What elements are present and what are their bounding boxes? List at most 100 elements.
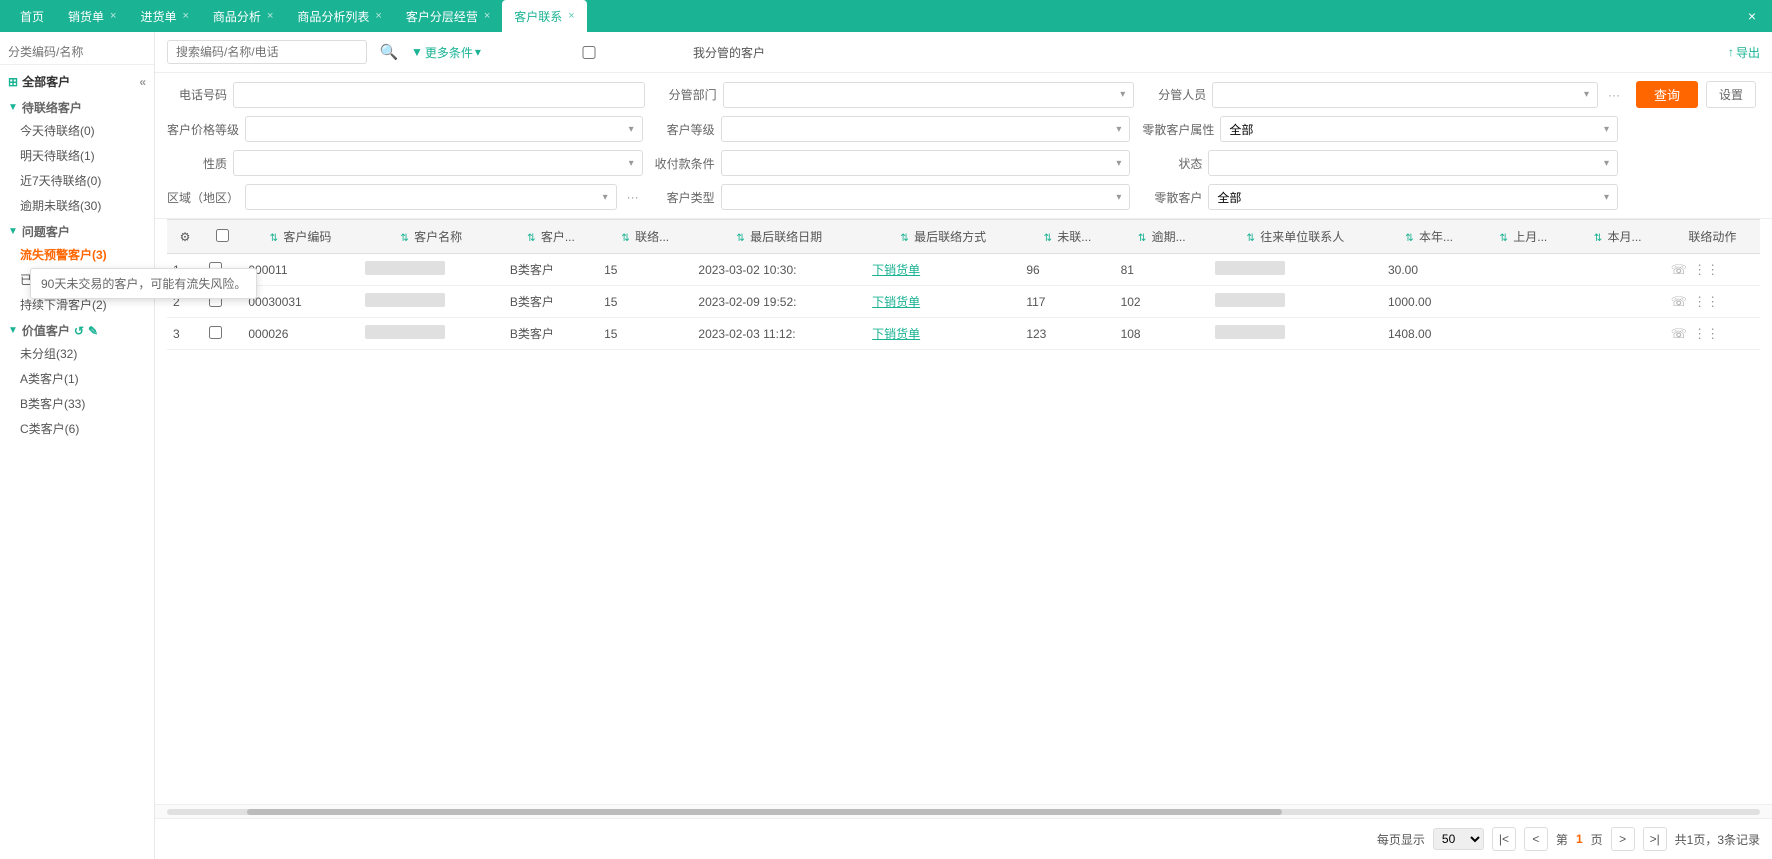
retail-customer-select[interactable]: 全部 ▾ xyxy=(1208,184,1618,210)
close-tab-goods-analysis[interactable]: × xyxy=(267,10,273,22)
customer-type-select[interactable]: ▾ xyxy=(721,184,1131,210)
dept-select[interactable]: ▾ xyxy=(723,82,1135,108)
export-icon: ↑ xyxy=(1728,45,1734,59)
row-contact-2: 15 xyxy=(598,318,692,350)
row-type-1: B类客户 xyxy=(504,286,598,318)
close-tab-sales[interactable]: × xyxy=(110,10,116,22)
last-page-button[interactable]: >| xyxy=(1643,827,1667,851)
th-last-date[interactable]: ⇅ 最后联络日期 xyxy=(692,220,866,254)
row-last-method-2[interactable]: 下销货单 xyxy=(866,318,1020,350)
th-name[interactable]: ⇅ 客户名称 xyxy=(359,220,504,254)
tab-purchase[interactable]: 进货单 × xyxy=(128,0,200,32)
sidebar-item-b-class[interactable]: B类客户(33) xyxy=(0,391,154,416)
first-page-button[interactable]: |< xyxy=(1492,827,1516,851)
tab-customer-contact[interactable]: 客户联系 × xyxy=(502,0,586,32)
customer-level-select[interactable]: ▾ xyxy=(721,116,1131,142)
setting-button[interactable]: 设置 xyxy=(1706,81,1756,108)
sidebar-item-a-class[interactable]: A类客户(1) xyxy=(0,366,154,391)
close-tab-purchase[interactable]: × xyxy=(182,10,188,22)
checkbox-header[interactable] xyxy=(203,220,242,254)
sidebar-group-pending[interactable]: ▼ 待联络客户 xyxy=(0,94,154,118)
th-this-month[interactable]: ⇅ 本月... xyxy=(1571,220,1665,254)
action-contact-icon-1[interactable]: ☏ xyxy=(1671,294,1687,310)
action-more-icon-0[interactable]: ⋮⋮ xyxy=(1693,262,1719,278)
th-this-year[interactable]: ⇅ 本年... xyxy=(1382,220,1476,254)
action-more-icon-2[interactable]: ⋮⋮ xyxy=(1693,326,1719,342)
sidebar-group-value[interactable]: ▼ 价值客户 ↺ ✎ xyxy=(0,317,154,341)
manager-select[interactable]: ▾ xyxy=(1212,82,1598,108)
edit-icon[interactable]: ✎ xyxy=(88,324,98,338)
sidebar-item-c-class[interactable]: C类客户(6) xyxy=(0,416,154,441)
price-level-select[interactable]: ▾ xyxy=(245,116,643,142)
dept-arrow-icon: ▾ xyxy=(1120,89,1125,100)
refresh-icon[interactable]: ↺ xyxy=(74,324,84,338)
search-input[interactable] xyxy=(167,40,367,64)
close-tab-customer-contact[interactable]: × xyxy=(568,10,574,22)
filter-payment: 收付款条件 ▾ xyxy=(655,150,1131,176)
row-last-method-0[interactable]: 下销货单 xyxy=(866,254,1020,286)
query-button[interactable]: 查询 xyxy=(1636,81,1698,108)
settings-header[interactable]: ⚙ xyxy=(167,220,203,254)
row-checkbox-2[interactable] xyxy=(203,318,242,350)
retail-attr-select[interactable]: 全部 ▾ xyxy=(1220,116,1618,142)
sidebar-item-today[interactable]: 今天待联络(0) xyxy=(0,118,154,143)
my-customers-checkbox[interactable] xyxy=(489,46,689,59)
tab-goods-analysis[interactable]: 商品分析 × xyxy=(201,0,285,32)
tab-customer-tier[interactable]: 客户分层经营 × xyxy=(394,0,502,32)
region-dots-button[interactable]: ··· xyxy=(623,190,643,204)
next-page-button[interactable]: > xyxy=(1611,827,1635,851)
per-page-select[interactable]: 50 100 200 xyxy=(1433,828,1484,850)
th-uncontacted[interactable]: ⇅ 未联... xyxy=(1020,220,1114,254)
row-type-0: B类客户 xyxy=(504,254,598,286)
th-overdue[interactable]: ⇅ 逾期... xyxy=(1115,220,1209,254)
th-last-month[interactable]: ⇅ 上月... xyxy=(1476,220,1570,254)
tab-goods-list[interactable]: 商品分析列表 × xyxy=(285,0,393,32)
sidebar-item-7days[interactable]: 近7天待联络(0) xyxy=(0,168,154,193)
sidebar-item-overdue-contact[interactable]: 逾期未联络(30) xyxy=(0,193,154,218)
nature-select[interactable]: ▾ xyxy=(233,150,643,176)
row-this-year-1: 1000.00 xyxy=(1382,286,1476,318)
sidebar-group-problem[interactable]: ▼ 问题客户 xyxy=(0,218,154,242)
export-button[interactable]: ↑ 导出 xyxy=(1728,44,1760,61)
sort-icon-last-month: ⇅ xyxy=(1500,233,1508,244)
filter-department: 分管部门 ▾ xyxy=(657,82,1135,108)
sidebar-item-tomorrow[interactable]: 明天待联络(1) xyxy=(0,143,154,168)
action-contact-icon-2[interactable]: ☏ xyxy=(1671,326,1687,342)
th-type[interactable]: ⇅ 客户... xyxy=(504,220,598,254)
arrow-down-icon-2: ▼ xyxy=(8,226,18,237)
search-button[interactable]: 🔍 xyxy=(375,38,403,66)
action-more-icon-1[interactable]: ⋮⋮ xyxy=(1693,294,1719,310)
row-this-month-1 xyxy=(1571,286,1665,318)
action-contact-icon-0[interactable]: ☏ xyxy=(1671,262,1687,278)
th-last-method[interactable]: ⇅ 最后联络方式 xyxy=(866,220,1020,254)
region-select[interactable]: ▾ xyxy=(245,184,617,210)
sort-icon-type: ⇅ xyxy=(527,233,535,244)
filter-actions: 查询 设置 xyxy=(1636,81,1760,108)
sidebar-item-churn-warning[interactable]: 流失预警客户(3) xyxy=(0,242,154,267)
all-customers-header[interactable]: ⊞ 全部客户 « xyxy=(0,69,154,94)
th-contacts[interactable]: ⇅ 往来单位联系人 xyxy=(1209,220,1382,254)
scrollbar-thumb[interactable] xyxy=(247,809,1282,815)
close-tab-customer-tier[interactable]: × xyxy=(484,10,490,22)
tab-sales[interactable]: 销货单 × xyxy=(56,0,128,32)
status-select[interactable]: ▾ xyxy=(1208,150,1618,176)
close-all-button[interactable]: × xyxy=(1740,8,1764,24)
th-code[interactable]: ⇅ 客户编码 xyxy=(242,220,358,254)
payment-select[interactable]: ▾ xyxy=(721,150,1131,176)
tab-home[interactable]: 首页 xyxy=(8,0,56,32)
my-customers-checkbox-area[interactable]: 我分管的客户 xyxy=(489,44,765,61)
sidebar-search-input[interactable] xyxy=(8,45,155,59)
close-tab-goods-list[interactable]: × xyxy=(375,10,381,22)
manager-dots-button[interactable]: ··· xyxy=(1604,88,1624,102)
row-uncontacted-2: 123 xyxy=(1020,318,1114,350)
row-last-method-1[interactable]: 下销货单 xyxy=(866,286,1020,318)
prev-page-button[interactable]: < xyxy=(1524,827,1548,851)
sidebar-item-ungrouped[interactable]: 未分组(32) xyxy=(0,341,154,366)
phone-input[interactable] xyxy=(233,82,645,108)
th-contact-count[interactable]: ⇅ 联络... xyxy=(598,220,692,254)
phone-label: 电话号码 xyxy=(167,86,227,103)
select-all-checkbox[interactable] xyxy=(216,229,229,242)
filter-row-3: 性质 ▾ 收付款条件 ▾ 状态 xyxy=(167,150,1760,176)
more-conditions-button[interactable]: ▼ 更多条件 ▾ xyxy=(411,44,481,61)
horizontal-scrollbar[interactable] xyxy=(155,804,1772,818)
